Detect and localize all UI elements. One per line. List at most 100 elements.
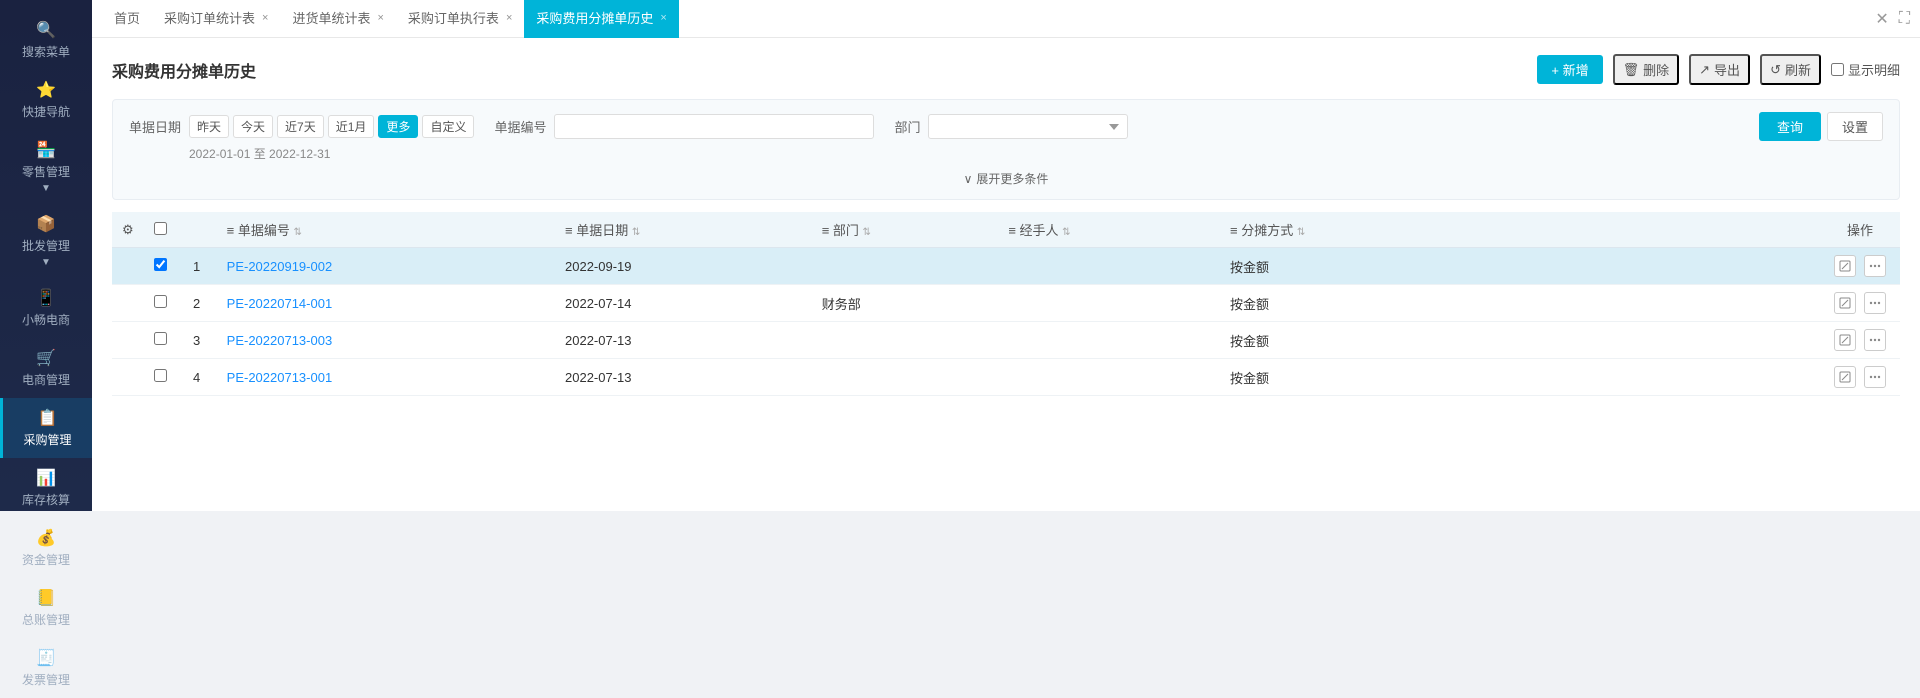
row-actions <box>1820 285 1900 322</box>
close-tab-purchase-order-summary[interactable]: × <box>262 12 268 24</box>
tab-right-controls: ✕ ⛶ <box>1875 9 1910 29</box>
sort-dept-icon[interactable]: ⇅ <box>863 227 871 238</box>
tab-inbound-summary[interactable]: 进货单统计表 × <box>280 0 395 38</box>
close-window-icon[interactable]: ✕ <box>1875 9 1888 29</box>
sidebar-item-finance[interactable]: 💰 资金管理 <box>0 518 92 578</box>
order-no-label: 单据编号 <box>494 117 546 136</box>
sort-order-no-icon[interactable]: ⇅ <box>294 227 302 238</box>
row-num: 3 <box>177 322 217 359</box>
purchase-icon: 📋 <box>38 408 58 428</box>
search-icon: 🔍 <box>36 20 56 40</box>
row-dept <box>812 359 999 396</box>
row-handler <box>998 359 1220 396</box>
tab-purchase-cost-split[interactable]: 采购费用分摊单历史 × <box>524 0 678 38</box>
more-icon[interactable] <box>1864 292 1886 314</box>
sort-handler-icon[interactable]: ⇅ <box>1062 227 1070 238</box>
chevron-down-expand-icon: ∨ <box>964 172 973 186</box>
sort-date-icon[interactable]: ⇅ <box>632 227 640 238</box>
close-tab-purchase-order-exec[interactable]: × <box>506 12 512 24</box>
edit-icon[interactable] <box>1834 366 1856 388</box>
filter-actions: 查询 设置 <box>1759 112 1883 141</box>
date-btn-7days[interactable]: 近7天 <box>277 115 324 138</box>
row-select-checkbox-1[interactable] <box>154 295 167 308</box>
edit-icon[interactable] <box>1834 329 1856 351</box>
more-icon[interactable] <box>1864 329 1886 351</box>
maximize-icon[interactable]: ⛶ <box>1899 10 1910 28</box>
order-no-link[interactable]: PE-20220713-001 <box>227 370 333 385</box>
sidebar-item-purchase[interactable]: 📋 采购管理 <box>0 398 92 458</box>
add-button[interactable]: + 新增 <box>1537 55 1602 84</box>
wholesale-icon: 📦 <box>36 214 56 234</box>
delete-icon: 🗑 <box>1623 62 1640 78</box>
table-header-row: ⚙ ≡ 单据编号 ⇅ ≡ 单据日期 ⇅ <box>112 212 1900 248</box>
more-icon[interactable] <box>1864 255 1886 277</box>
sidebar-item-retail[interactable]: 🏪 零售管理 ▼ <box>0 130 92 204</box>
order-no-link[interactable]: PE-20220714-001 <box>227 296 333 311</box>
setting-button[interactable]: 设置 <box>1827 112 1883 141</box>
col-date: ≡ 单据日期 ⇅ <box>555 212 812 248</box>
row-select-checkbox-3[interactable] <box>154 369 167 382</box>
sidebar-item-ledger[interactable]: 📒 总账管理 <box>0 578 92 638</box>
export-icon: ↗ <box>1699 62 1710 78</box>
col-num <box>177 212 217 248</box>
dept-select[interactable] <box>928 114 1128 139</box>
export-button[interactable]: ↗ 导出 <box>1689 54 1750 85</box>
row-checkbox[interactable] <box>144 359 177 396</box>
close-tab-inbound-summary[interactable]: × <box>377 12 383 24</box>
order-no-link[interactable]: PE-20220919-002 <box>227 259 333 274</box>
edit-icon[interactable] <box>1834 255 1856 277</box>
row-settings <box>112 285 144 322</box>
date-btn-today[interactable]: 今天 <box>233 115 273 138</box>
tab-home[interactable]: 首页 <box>102 0 152 38</box>
more-icon[interactable] <box>1864 366 1886 388</box>
row-date: 2022-07-14 <box>555 285 812 322</box>
tab-purchase-order-exec[interactable]: 采购订单执行表 × <box>396 0 524 38</box>
order-no-link[interactable]: PE-20220713-003 <box>227 333 333 348</box>
row-settings <box>112 359 144 396</box>
show-columns-toggle[interactable]: 显示明细 <box>1831 60 1900 79</box>
delete-button[interactable]: 🗑 删除 <box>1613 54 1680 85</box>
row-checkbox[interactable] <box>144 322 177 359</box>
refresh-button[interactable]: ↺ 刷新 <box>1760 54 1821 85</box>
finance-icon: 💰 <box>36 528 56 548</box>
row-checkbox[interactable] <box>144 285 177 322</box>
sidebar-item-wholesale[interactable]: 📦 批发管理 ▼ <box>0 204 92 278</box>
edit-icon[interactable] <box>1834 292 1856 314</box>
sidebar-item-invoice[interactable]: 🧾 发票管理 <box>0 638 92 698</box>
row-split-method: 按金额 <box>1220 248 1820 285</box>
row-select-checkbox-2[interactable] <box>154 332 167 345</box>
date-btn-1month[interactable]: 近1月 <box>328 115 375 138</box>
sidebar-item-quick-nav[interactable]: ⭐ 快捷导航 <box>0 70 92 130</box>
filter-area: 单据日期 昨天 今天 近7天 近1月 更多 自定义 单据编号 <box>112 99 1900 200</box>
col-settings[interactable]: ⚙ <box>112 212 144 248</box>
expand-more-btn[interactable]: ∨ 展开更多条件 <box>129 170 1883 187</box>
sidebar-item-search[interactable]: 🔍 搜索菜单 <box>0 10 92 70</box>
toolbar: + 新增 🗑 删除 ↗ 导出 ↺ 刷新 显示明细 <box>1537 54 1900 85</box>
sort-split-icon[interactable]: ⇅ <box>1297 227 1305 238</box>
sidebar-item-mobile[interactable]: 📱 小畅电商 <box>0 278 92 338</box>
table-row: 1 PE-20220919-002 2022-09-19 按金额 <box>112 248 1900 285</box>
sidebar-item-ecommerce[interactable]: 🛒 电商管理 <box>0 338 92 398</box>
show-columns-checkbox[interactable] <box>1831 63 1844 76</box>
refresh-icon: ↺ <box>1770 62 1781 78</box>
date-btn-yesterday[interactable]: 昨天 <box>189 115 229 138</box>
query-button[interactable]: 查询 <box>1759 112 1821 141</box>
row-order-no: PE-20220919-002 <box>217 248 555 285</box>
order-no-input[interactable] <box>554 114 874 139</box>
row-handler <box>998 285 1220 322</box>
date-btn-more[interactable]: 更多 <box>378 115 418 138</box>
row-handler <box>998 322 1220 359</box>
select-all-checkbox[interactable] <box>154 222 167 235</box>
chevron-down-icon: ▼ <box>41 183 51 194</box>
sidebar-item-inventory[interactable]: 📊 库存核算 <box>0 458 92 518</box>
row-select-checkbox-0[interactable] <box>154 258 167 271</box>
col-checkbox <box>144 212 177 248</box>
date-btn-custom[interactable]: 自定义 <box>422 115 474 138</box>
close-tab-purchase-cost-split[interactable]: × <box>660 12 666 24</box>
table-row: 3 PE-20220713-003 2022-07-13 按金额 <box>112 322 1900 359</box>
tab-purchase-order-summary[interactable]: 采购订单统计表 × <box>152 0 280 38</box>
row-checkbox[interactable] <box>144 248 177 285</box>
filter-dept: 部门 <box>894 114 1128 139</box>
invoice-icon: 🧾 <box>36 648 56 668</box>
filter-row: 单据日期 昨天 今天 近7天 近1月 更多 自定义 单据编号 <box>129 112 1883 141</box>
